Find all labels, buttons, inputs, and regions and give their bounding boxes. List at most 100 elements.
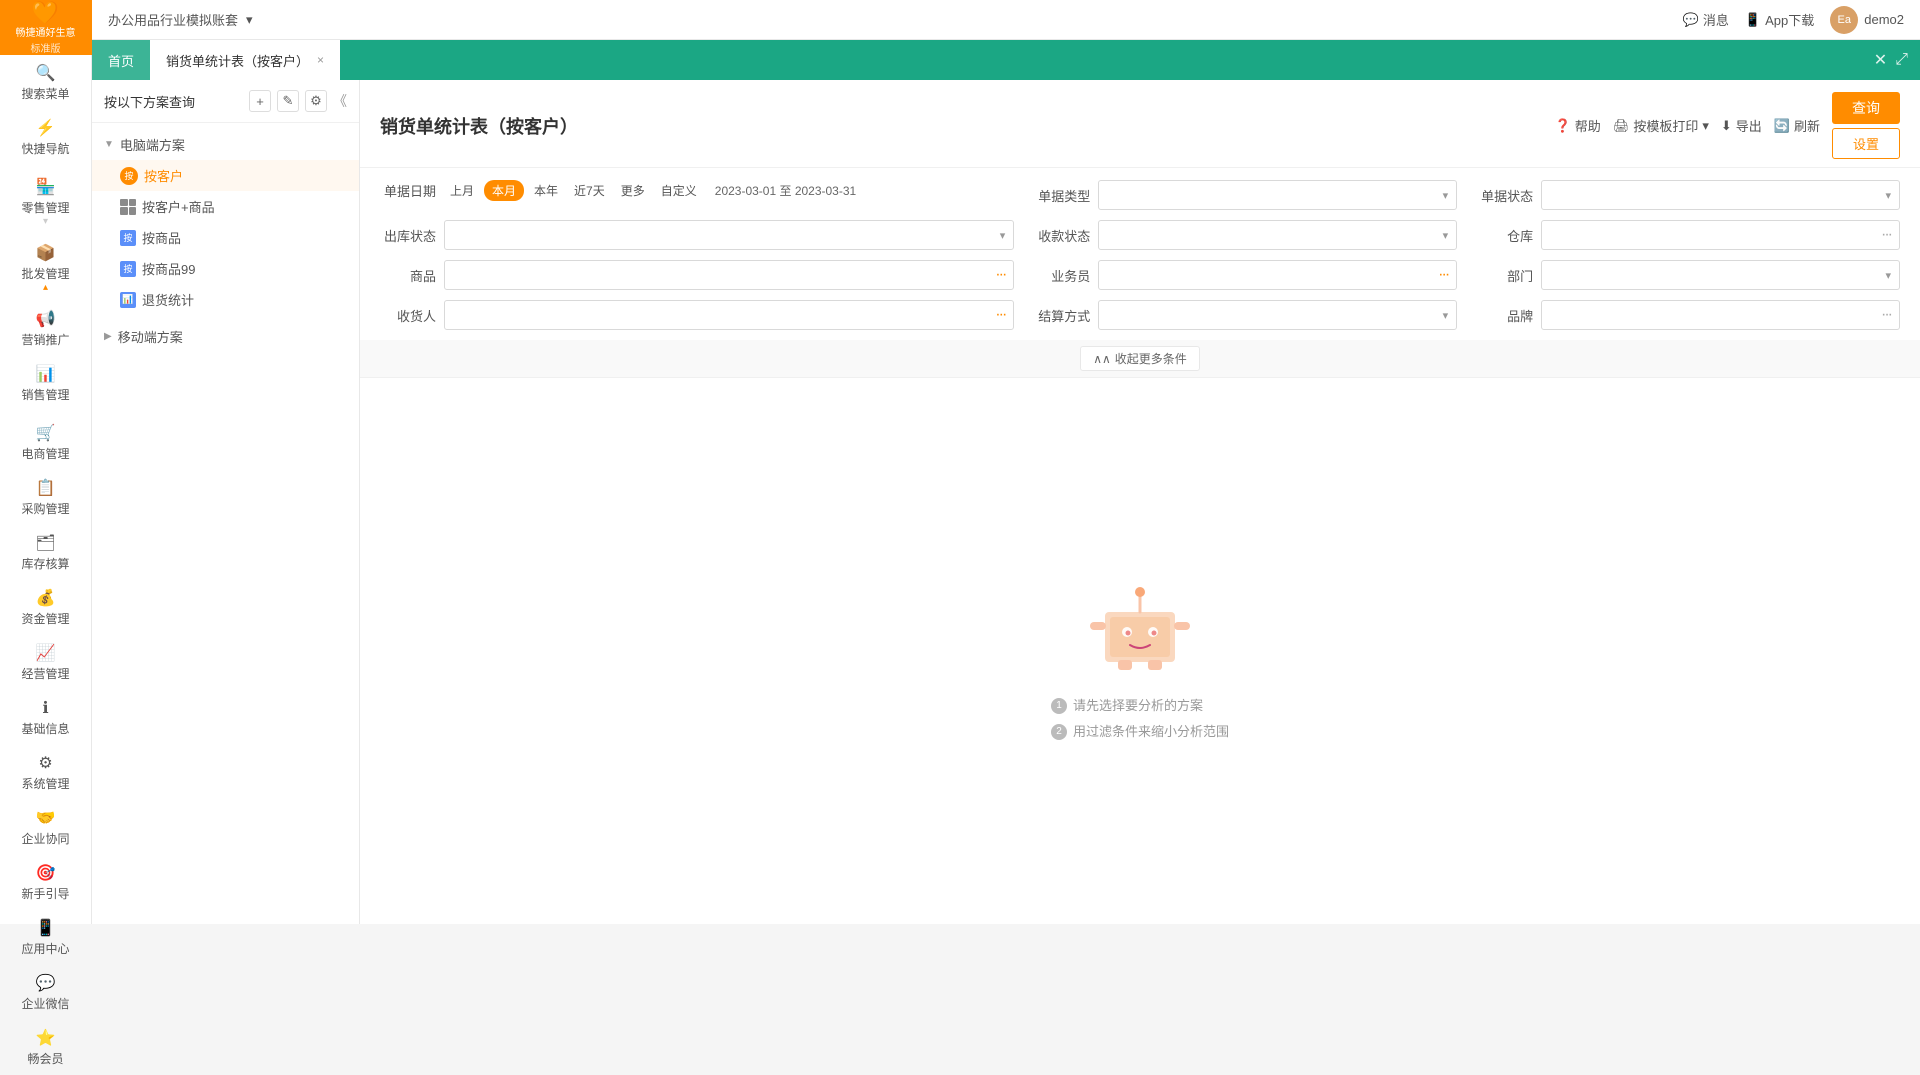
workspace-dropdown-icon: ▾ bbox=[246, 12, 253, 28]
date-filter[interactable]: 上月 本月 本年 近7天 更多 自定义 2023-03-01 至 2023-03… bbox=[444, 180, 1014, 201]
export-btn[interactable]: ⬇ 导出 bbox=[1721, 116, 1762, 135]
sidebar-item-sales[interactable]: 📊 销售管理 bbox=[0, 356, 92, 411]
warehouse-input[interactable]: ··· bbox=[1541, 220, 1900, 250]
add-scheme-btn[interactable]: + bbox=[249, 90, 271, 112]
basics-icon: ℹ bbox=[42, 698, 48, 718]
doctype-input[interactable]: ▾ bbox=[1098, 180, 1457, 210]
sidebar-item-search[interactable]: 🔍 搜索菜单 bbox=[0, 55, 92, 110]
restore-window-icon[interactable]: ⤢ bbox=[1895, 51, 1908, 69]
sidebar-item-label: 系统管理 bbox=[21, 775, 69, 792]
sidebar-item-wholesale[interactable]: 📦 批发管理 ▴ bbox=[0, 235, 92, 301]
scheme-by-product99[interactable]: 按 按商品99 bbox=[92, 253, 359, 284]
scheme-by-customer[interactable]: 按 按客户 bbox=[92, 160, 359, 191]
collapse-panel-icon[interactable]: 《 bbox=[333, 91, 347, 111]
help-btn[interactable]: ❓ 帮助 bbox=[1555, 116, 1601, 135]
tab-home[interactable]: 首页 bbox=[92, 40, 150, 80]
date-btn-this-month[interactable]: 本月 bbox=[484, 180, 524, 201]
sidebar-item-appcenter[interactable]: 📱 应用中心 bbox=[0, 910, 92, 965]
app-download-btn[interactable]: 📱 App下载 bbox=[1745, 10, 1814, 29]
finance-icon: 💰 bbox=[36, 588, 56, 608]
tab-close-icon[interactable]: × bbox=[317, 53, 324, 67]
scheme-by-customer-product[interactable]: 按客户+商品 bbox=[92, 191, 359, 222]
sidebar-item-label: 搜索菜单 bbox=[21, 85, 69, 102]
sidebar-item-wechat[interactable]: 💬 企业微信 bbox=[0, 965, 92, 1020]
sidebar-item-marketing[interactable]: 📢 营销推广 bbox=[0, 301, 92, 356]
marketing-icon: 📢 bbox=[36, 309, 56, 329]
filter-outstatus-item: 出库状态 ▾ bbox=[380, 220, 1014, 250]
department-input[interactable]: ▾ bbox=[1541, 260, 1900, 290]
sidebar-item-inventory[interactable]: 🗂 库存核算 bbox=[0, 525, 92, 580]
date-btn-more[interactable]: 更多 bbox=[615, 180, 651, 201]
left-panel-actions: + ✎ ⚙ 《 bbox=[249, 90, 347, 112]
paystatus-input[interactable]: ▾ bbox=[1098, 220, 1457, 250]
sidebar-item-finance[interactable]: 💰 资金管理 bbox=[0, 580, 92, 635]
sidebar-item-quicknav[interactable]: ⚡ 快捷导航 bbox=[0, 110, 92, 165]
settlement-dropdown-icon: ▾ bbox=[1443, 309, 1449, 322]
gear-icon: ⚙ bbox=[310, 93, 322, 109]
sidebar-item-retail[interactable]: 🏪 零售管理 ▾ bbox=[0, 169, 92, 235]
user-menu[interactable]: Ea demo2 bbox=[1830, 6, 1904, 34]
right-panel: 销货单统计表（按客户） ❓ 帮助 🖨 按模板打印 ▾ ⬇ 导出 bbox=[360, 80, 1920, 924]
message-btn[interactable]: 💬 消息 bbox=[1683, 10, 1729, 29]
empty-illustration bbox=[1080, 557, 1200, 677]
tip-text-2: 用过滤条件来缩小分析范围 bbox=[1073, 719, 1229, 745]
brand-input[interactable]: ··· bbox=[1541, 300, 1900, 330]
search-icon: 🔍 bbox=[36, 63, 56, 83]
receiver-input[interactable]: ··· bbox=[444, 300, 1014, 330]
close-window-icon[interactable]: ✕ bbox=[1874, 50, 1887, 70]
mobile-scheme-parent[interactable]: ▶ 移动端方案 bbox=[92, 321, 359, 352]
settings-scheme-btn[interactable]: ⚙ bbox=[305, 90, 327, 112]
print-btn[interactable]: 🖨 按模板打印 ▾ bbox=[1613, 116, 1709, 135]
date-btn-last-month[interactable]: 上月 bbox=[444, 180, 480, 201]
scheme-by-product[interactable]: 按 按商品 bbox=[92, 222, 359, 253]
scheme-label: 退货统计 bbox=[142, 290, 194, 309]
query-button[interactable]: 查询 bbox=[1832, 92, 1900, 124]
app-download-label: App下载 bbox=[1765, 10, 1814, 29]
edit-scheme-btn[interactable]: ✎ bbox=[277, 90, 299, 112]
tab-sales-stats[interactable]: 销货单统计表（按客户） × bbox=[150, 40, 340, 80]
sidebar-item-procurement[interactable]: 📋 采购管理 bbox=[0, 470, 92, 525]
desktop-scheme-parent[interactable]: ▼ 电脑端方案 bbox=[92, 129, 359, 160]
outstatus-input[interactable]: ▾ bbox=[444, 220, 1014, 250]
product-more-icon: ··· bbox=[995, 266, 1005, 284]
settings-button[interactable]: 设置 bbox=[1832, 128, 1900, 159]
expand-arrow-icon: ▶ bbox=[104, 331, 112, 342]
sidebar-item-member[interactable]: ⭐ 畅会员 bbox=[0, 1020, 92, 1075]
product-scheme-icon: 按 bbox=[120, 230, 136, 246]
sidebar-item-ecommerce[interactable]: 🛒 电商管理 bbox=[0, 415, 92, 470]
main-area: 办公用品行业模拟账套 ▾ 💬 消息 📱 App下载 Ea demo2 首页 销货… bbox=[92, 0, 1920, 924]
docstatus-input[interactable]: ▾ bbox=[1541, 180, 1900, 210]
department-label: 部门 bbox=[1477, 266, 1533, 285]
sidebar-item-operations[interactable]: 📈 经营管理 bbox=[0, 635, 92, 690]
sidebar-item-newbie[interactable]: 🎯 新手引导 bbox=[0, 855, 92, 910]
refresh-btn[interactable]: 🔄 刷新 bbox=[1774, 116, 1820, 135]
paystatus-label: 收款状态 bbox=[1034, 226, 1090, 245]
settlement-input[interactable]: ▾ bbox=[1098, 300, 1457, 330]
salesperson-input[interactable]: ··· bbox=[1098, 260, 1457, 290]
sidebar-item-basics[interactable]: ℹ 基础信息 bbox=[0, 690, 92, 745]
ecommerce-icon: 🛒 bbox=[36, 423, 56, 443]
wholesale-icon: 📦 bbox=[36, 243, 56, 263]
department-dropdown-icon: ▾ bbox=[1885, 269, 1891, 282]
product-input[interactable]: ··· bbox=[444, 260, 1014, 290]
scheme-return-stats[interactable]: 📊 退货统计 bbox=[92, 284, 359, 315]
sidebar-item-enterprise[interactable]: 🤝 企业协同 bbox=[0, 800, 92, 855]
date-btn-this-year[interactable]: 本年 bbox=[528, 180, 564, 201]
date-btn-7days[interactable]: 近7天 bbox=[568, 180, 611, 201]
operations-icon: 📈 bbox=[36, 643, 56, 663]
procurement-icon: 📋 bbox=[36, 478, 56, 498]
collapse-label: 收起更多条件 bbox=[1115, 350, 1187, 367]
workspace-selector[interactable]: 办公用品行业模拟账套 ▾ bbox=[108, 10, 253, 29]
sidebar-item-system[interactable]: ⚙ 系统管理 bbox=[0, 745, 92, 800]
date-btn-custom[interactable]: 自定义 bbox=[655, 180, 703, 201]
sidebar-item-label: 应用中心 bbox=[21, 940, 69, 957]
empty-tips: 1 请先选择要分析的方案 2 用过滤条件来缩小分析范围 bbox=[1051, 693, 1229, 745]
date-shortcuts: 上月 本月 本年 近7天 更多 自定义 bbox=[444, 180, 703, 201]
filter-row-4: 收货人 ··· 结算方式 ▾ 品牌 bbox=[360, 290, 1920, 340]
tip-row-1: 1 请先选择要分析的方案 bbox=[1051, 693, 1229, 719]
username-label: demo2 bbox=[1864, 12, 1904, 27]
left-panel: 按以下方案查询 + ✎ ⚙ 《 ▼ 电脑端方案 bbox=[92, 80, 360, 924]
content-area: 按以下方案查询 + ✎ ⚙ 《 ▼ 电脑端方案 bbox=[92, 80, 1920, 924]
retail-icon: 🏪 bbox=[36, 177, 56, 197]
collapse-conditions-btn[interactable]: ∧∧ 收起更多条件 bbox=[1080, 346, 1200, 371]
